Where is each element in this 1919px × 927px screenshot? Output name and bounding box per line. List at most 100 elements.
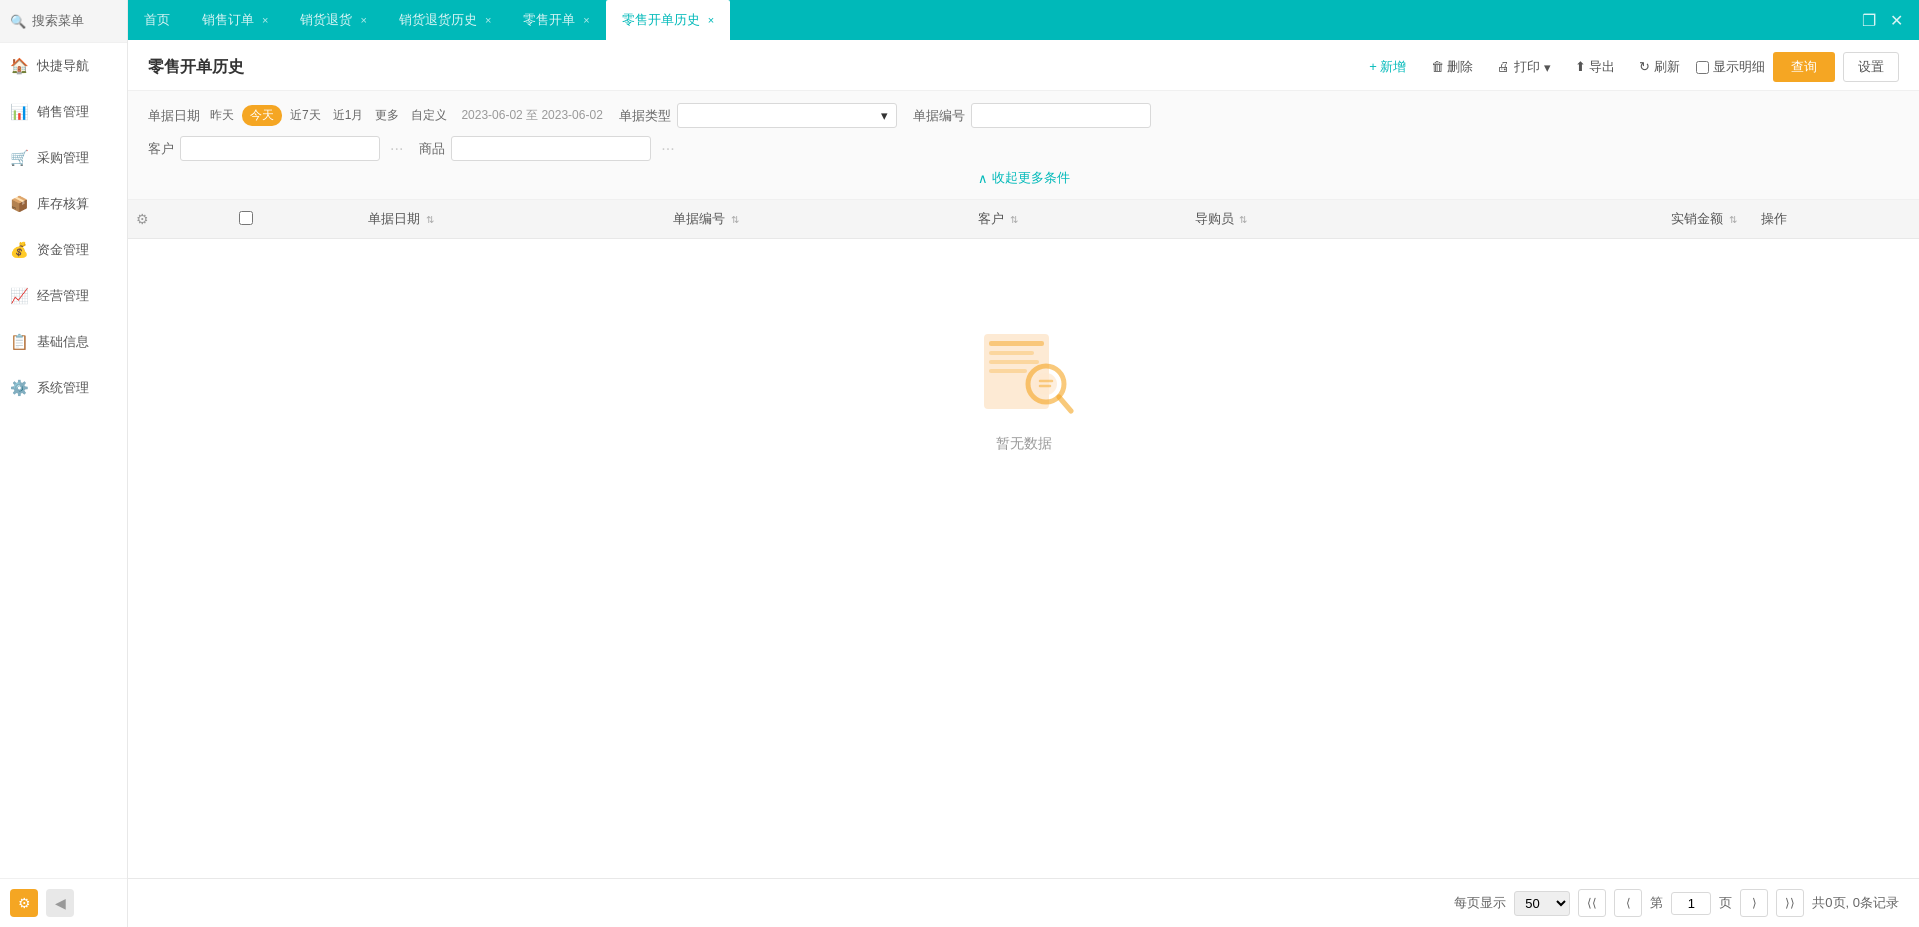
date-btn-today[interactable]: 今天 (242, 105, 282, 126)
customer-label: 客户 (148, 140, 174, 158)
delete-label: 🗑 删除 (1431, 58, 1474, 76)
sidebar-collapse-button[interactable]: ◀ (46, 889, 74, 917)
per-page-label: 每页显示 (1454, 894, 1506, 912)
sidebar-item-sys-mgmt[interactable]: ⚙️ 系统管理 (0, 365, 127, 411)
filter-row-1: 单据日期 昨天 今天 近7天 近1月 更多 自定义 2023-06-02 至 2… (148, 103, 1899, 128)
tab-sales-return-history-close[interactable]: × (485, 14, 491, 26)
print-dropdown-icon[interactable]: ▾ (1544, 60, 1551, 75)
sidebar-item-label: 采购管理 (37, 149, 89, 167)
th-salesperson[interactable]: 导购员 ⇅ (1183, 200, 1444, 239)
page-last-button[interactable]: ⟩⟩ (1776, 889, 1804, 917)
page-next-button[interactable]: ⟩ (1740, 889, 1768, 917)
th-salesperson-label: 导购员 (1195, 211, 1234, 226)
display-cols-toggle[interactable]: 显示明细 (1696, 58, 1765, 76)
tab-retail-open-close[interactable]: × (583, 14, 589, 26)
sidebar-item-label: 系统管理 (37, 379, 89, 397)
th-date[interactable]: 单据日期 ⇅ (356, 200, 661, 239)
collapse-label: 收起更多条件 (992, 169, 1070, 187)
th-customer[interactable]: 客户 ⇅ (966, 200, 1183, 239)
date-btn-more[interactable]: 更多 (371, 105, 403, 126)
nav-close-icon[interactable]: ✕ (1886, 7, 1907, 34)
top-nav-right: ❐ ✕ (1858, 7, 1919, 34)
tab-sales-return[interactable]: 销货退货 × (284, 0, 382, 40)
sidebar-item-purchase-mgmt[interactable]: 🛒 采购管理 (0, 135, 127, 181)
sidebar-settings-button[interactable]: ⚙ (10, 889, 38, 917)
tab-sales-return-close[interactable]: × (360, 14, 366, 26)
tab-sales-return-label: 销货退货 (300, 11, 352, 29)
sidebar-item-inventory[interactable]: 📦 库存核算 (0, 181, 127, 227)
sidebar-item-label: 资金管理 (37, 241, 89, 259)
tab-retail-open-history-close[interactable]: × (708, 14, 714, 26)
empty-text: 暂无数据 (996, 435, 1052, 453)
doc-type-label: 单据类型 (619, 107, 671, 125)
page-first-button[interactable]: ⟨⟨ (1578, 889, 1606, 917)
tab-retail-open-history[interactable]: 零售开单历史 × (606, 0, 730, 40)
money-icon: 💰 (10, 241, 29, 259)
page-prev-button[interactable]: ⟨ (1614, 889, 1642, 917)
goods-input[interactable] (451, 136, 651, 161)
page-input[interactable] (1671, 892, 1711, 915)
th-action-label: 操作 (1761, 211, 1787, 226)
date-btn-yesterday[interactable]: 昨天 (206, 105, 238, 126)
date-btn-custom[interactable]: 自定义 (407, 105, 451, 126)
th-no-label: 单据编号 (673, 211, 725, 226)
sidebar: 🔍 搜索菜单 🏠 快捷导航 📊 销售管理 🛒 采购管理 📦 库存核算 💰 资金管… (0, 0, 128, 927)
query-button[interactable]: 查询 (1773, 52, 1835, 82)
export-button[interactable]: ⬆ 导出 (1567, 54, 1624, 80)
table-header: ⚙ 单据日期 ⇅ 单据编号 ⇅ (128, 200, 1919, 239)
empty-svg (964, 319, 1084, 419)
print-button[interactable]: 🖨 打印 ▾ (1489, 54, 1559, 80)
th-checkbox[interactable] (227, 200, 356, 239)
svg-rect-1 (989, 341, 1044, 346)
customer-more-icon[interactable]: ··· (390, 140, 403, 158)
doc-type-filter: 单据类型 ▾ (619, 103, 897, 128)
settings-button[interactable]: 设置 (1843, 52, 1899, 82)
delete-button[interactable]: 🗑 删除 (1423, 54, 1482, 80)
info-icon: 📋 (10, 333, 29, 351)
svg-rect-2 (989, 351, 1034, 355)
customer-input[interactable] (180, 136, 380, 161)
display-cols-checkbox[interactable] (1696, 61, 1709, 74)
date-btn-7days[interactable]: 近7天 (286, 105, 325, 126)
search-icon: 🔍 (10, 14, 26, 29)
page-label: 页 (1719, 894, 1732, 912)
th-no-sort-icon: ⇅ (731, 214, 739, 225)
doc-type-select[interactable]: ▾ (677, 103, 897, 128)
filter-collapse-row: ∧ 收起更多条件 (148, 169, 1899, 187)
date-btn-1month[interactable]: 近1月 (329, 105, 368, 126)
operations-icon: 📈 (10, 287, 29, 305)
tab-sales-return-history-label: 销货退货历史 (399, 11, 477, 29)
add-button[interactable]: + 新增 (1361, 54, 1414, 80)
tab-sales-order-close[interactable]: × (262, 14, 268, 26)
sidebar-item-basic-info[interactable]: 📋 基础信息 (0, 319, 127, 365)
sidebar-item-finance[interactable]: 💰 资金管理 (0, 227, 127, 273)
sidebar-item-label: 经营管理 (37, 287, 89, 305)
table-settings-icon[interactable]: ⚙ (136, 211, 149, 227)
content-area: 零售开单历史 + 新增 🗑 删除 🖨 打印 ▾ ⬆ 导出 ↻ 刷新 (128, 40, 1919, 927)
th-action: 操作 (1749, 200, 1919, 239)
tab-home-label: 首页 (144, 11, 170, 29)
sidebar-search[interactable]: 🔍 搜索菜单 (0, 0, 127, 43)
tab-home[interactable]: 首页 (128, 0, 186, 40)
home-icon: 🏠 (10, 57, 29, 75)
tab-sales-order[interactable]: 销售订单 × (186, 0, 284, 40)
goods-more-icon[interactable]: ··· (661, 140, 674, 158)
date-range-display: 2023-06-02 至 2023-06-02 (461, 107, 602, 124)
doc-no-input[interactable] (971, 103, 1151, 128)
nav-restore-icon[interactable]: ❐ (1858, 7, 1880, 34)
th-no[interactable]: 单据编号 ⇅ (661, 200, 966, 239)
refresh-button[interactable]: ↻ 刷新 (1631, 54, 1688, 80)
select-all-checkbox[interactable] (239, 211, 253, 225)
collapse-button[interactable]: ∧ 收起更多条件 (978, 169, 1070, 187)
tab-sales-order-label: 销售订单 (202, 11, 254, 29)
tab-sales-return-history[interactable]: 销货退货历史 × (383, 0, 507, 40)
sidebar-item-quick-nav[interactable]: 🏠 快捷导航 (0, 43, 127, 89)
sidebar-item-operations[interactable]: 📈 经营管理 (0, 273, 127, 319)
tab-retail-open[interactable]: 零售开单 × (507, 0, 605, 40)
cart-icon: 🛒 (10, 149, 29, 167)
th-settings[interactable]: ⚙ (128, 200, 227, 239)
th-amount[interactable]: 实销金额 ⇅ (1444, 200, 1749, 239)
sidebar-item-sales-mgmt[interactable]: 📊 销售管理 (0, 89, 127, 135)
sidebar-item-label: 基础信息 (37, 333, 89, 351)
page-size-select[interactable]: 50 100 200 (1514, 891, 1570, 916)
